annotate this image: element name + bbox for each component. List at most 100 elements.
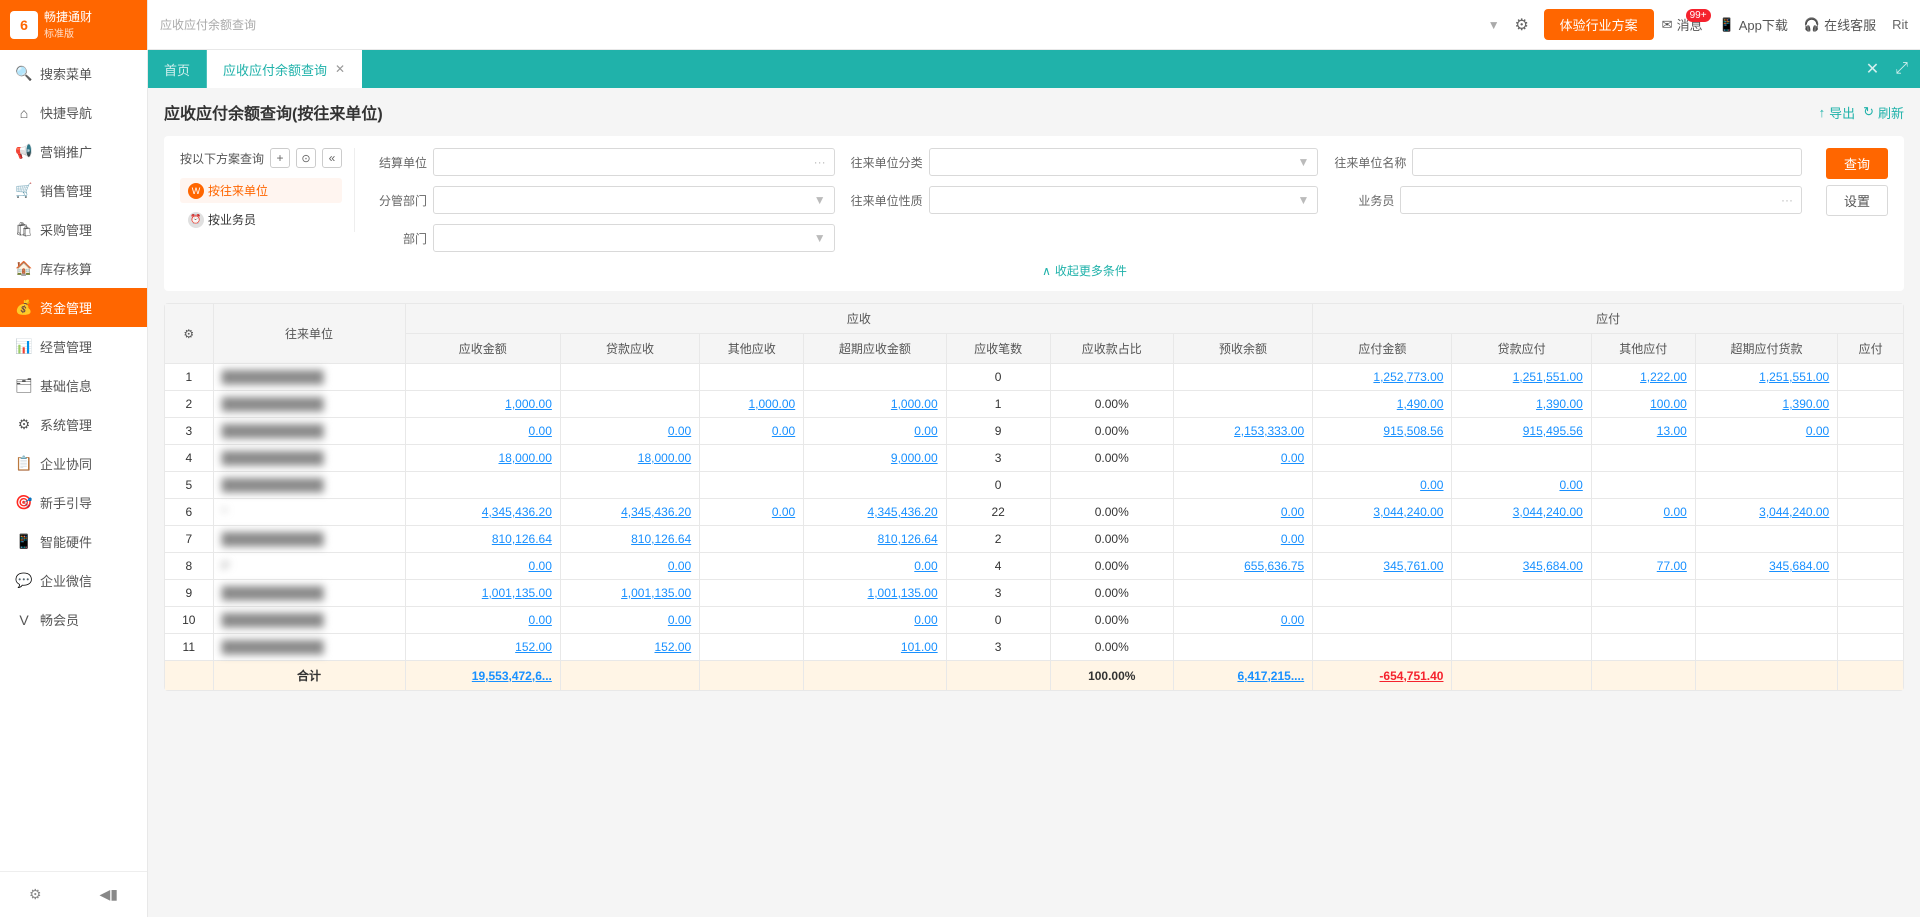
cell-pay-other[interactable]: 100.00 bbox=[1591, 391, 1695, 418]
cell-rec-other[interactable]: 1,000.00 bbox=[700, 391, 804, 418]
filter-collapse-btn[interactable]: ∧ 收起更多条件 bbox=[367, 262, 1802, 279]
sidebar-item-guide[interactable]: 🎯新手引导 bbox=[0, 483, 147, 522]
cell-rec-advance[interactable]: 0.00 bbox=[1173, 526, 1312, 553]
cell-rec-loan[interactable]: 1,001,135.00 bbox=[560, 580, 699, 607]
filter-add-btn[interactable]: + bbox=[270, 148, 290, 168]
user-menu[interactable]: Rit bbox=[1892, 17, 1908, 32]
sidebar-item-sales[interactable]: 🛒销售管理 bbox=[0, 171, 147, 210]
cell-pay-loan[interactable]: 0.00 bbox=[1452, 472, 1591, 499]
table-settings-icon[interactable]: ⚙ bbox=[165, 304, 214, 364]
cell-pay-loan[interactable]: 345,684.00 bbox=[1452, 553, 1591, 580]
partner-name-input[interactable] bbox=[1412, 148, 1802, 176]
cell-rec-advance[interactable]: 0.00 bbox=[1173, 445, 1312, 472]
scheme-by-customer[interactable]: W 按往来单位 bbox=[180, 178, 342, 203]
sidebar-item-basic[interactable]: 🗂基础信息 bbox=[0, 366, 147, 405]
sidebar-item-finance[interactable]: 💰资金管理 bbox=[0, 288, 147, 327]
sidebar-item-member[interactable]: V畅会员 bbox=[0, 600, 147, 639]
cell-pay-other[interactable]: 0.00 bbox=[1591, 499, 1695, 526]
sidebar-item-system[interactable]: ⚙系统管理 bbox=[0, 405, 147, 444]
sidebar-item-hardware[interactable]: 📱智能硬件 bbox=[0, 522, 147, 561]
header-gear-btn[interactable]: ⚙ bbox=[1508, 11, 1536, 39]
cell-rec-loan[interactable]: 18,000.00 bbox=[560, 445, 699, 472]
cell-pay-other[interactable]: 1,222.00 bbox=[1591, 364, 1695, 391]
cell-rec-overdue[interactable]: 101.00 bbox=[804, 634, 946, 661]
sidebar-item-wechat[interactable]: 💬企业微信 bbox=[0, 561, 147, 600]
refresh-btn[interactable]: ↻ 刷新 bbox=[1863, 103, 1904, 122]
cell-pay-loan[interactable]: 3,044,240.00 bbox=[1452, 499, 1591, 526]
cell-rec-loan[interactable]: 0.00 bbox=[560, 607, 699, 634]
cell-pay-loan[interactable]: 1,390.00 bbox=[1452, 391, 1591, 418]
cell-pay-overdue[interactable]: 0.00 bbox=[1695, 418, 1837, 445]
cell-pay-amount[interactable]: 915,508.56 bbox=[1313, 418, 1452, 445]
cell-rec-amount[interactable]: 18,000.00 bbox=[405, 445, 560, 472]
cell-rec-advance[interactable]: 0.00 bbox=[1173, 607, 1312, 634]
query-btn[interactable]: 查询 bbox=[1826, 148, 1888, 179]
cell-rec-overdue[interactable]: 1,000.00 bbox=[804, 391, 946, 418]
cell-rec-overdue[interactable]: 0.00 bbox=[804, 553, 946, 580]
header-dropdown-icon[interactable]: ▼ bbox=[1488, 18, 1500, 32]
cell-rec-overdue[interactable]: 9,000.00 bbox=[804, 445, 946, 472]
cell-pay-loan[interactable]: 915,495.56 bbox=[1452, 418, 1591, 445]
cell-pay-other[interactable]: 77.00 bbox=[1591, 553, 1695, 580]
settlement-unit-input[interactable]: ··· bbox=[433, 148, 835, 176]
tab-maximize-btn[interactable]: ⤢ bbox=[1891, 56, 1912, 82]
promo-btn[interactable]: 体验行业方案 bbox=[1544, 9, 1654, 40]
cell-rec-advance[interactable]: 0.00 bbox=[1173, 499, 1312, 526]
scheme-by-salesman[interactable]: ⏰ 按业务员 bbox=[180, 207, 342, 232]
cell-pay-amount[interactable]: 1,252,773.00 bbox=[1313, 364, 1452, 391]
partner-nature-select[interactable]: ▼ bbox=[929, 186, 1319, 214]
cell-rec-amount[interactable]: 0.00 bbox=[405, 418, 560, 445]
export-btn[interactable]: ↑ 导出 bbox=[1819, 103, 1856, 122]
sidebar-item-marketing[interactable]: 📢营销推广 bbox=[0, 132, 147, 171]
cell-rec-amount[interactable]: 1,000.00 bbox=[405, 391, 560, 418]
tab-home[interactable]: 首页 bbox=[148, 50, 207, 88]
cell-rec-amount[interactable]: 1,001,135.00 bbox=[405, 580, 560, 607]
tab-close-btn[interactable]: ✕ bbox=[1862, 55, 1883, 83]
sidebar-settings-btn[interactable]: ⚙ bbox=[19, 880, 52, 909]
cell-rec-advance[interactable]: 655,636.75 bbox=[1173, 553, 1312, 580]
cell-pay-amount[interactable]: 0.00 bbox=[1313, 472, 1452, 499]
cell-pay-amount[interactable]: 3,044,240.00 bbox=[1313, 499, 1452, 526]
total-pay-amount[interactable]: -654,751.40 bbox=[1313, 661, 1452, 691]
sidebar-item-search[interactable]: 🔍搜索菜单 bbox=[0, 54, 147, 93]
cell-pay-loan[interactable]: 1,251,551.00 bbox=[1452, 364, 1591, 391]
cell-rec-loan[interactable]: 0.00 bbox=[560, 553, 699, 580]
salesman-input[interactable]: ··· bbox=[1400, 186, 1802, 214]
cell-rec-advance[interactable]: 2,153,333.00 bbox=[1173, 418, 1312, 445]
app-download-btn[interactable]: 📱 App下载 bbox=[1719, 15, 1788, 34]
cell-rec-loan[interactable]: 4,345,436.20 bbox=[560, 499, 699, 526]
sidebar-item-inventory[interactable]: 🏠库存核算 bbox=[0, 249, 147, 288]
cell-rec-overdue[interactable]: 1,001,135.00 bbox=[804, 580, 946, 607]
tab-query[interactable]: 应收应付余额查询 ✕ bbox=[207, 50, 362, 88]
cell-rec-other[interactable]: 0.00 bbox=[700, 499, 804, 526]
cell-pay-overdue[interactable]: 1,251,551.00 bbox=[1695, 364, 1837, 391]
cell-rec-overdue[interactable]: 0.00 bbox=[804, 607, 946, 634]
online-service-btn[interactable]: 🎧 在线客服 bbox=[1804, 15, 1876, 34]
cell-rec-overdue[interactable]: 810,126.64 bbox=[804, 526, 946, 553]
sidebar-item-operations[interactable]: 📊经营管理 bbox=[0, 327, 147, 366]
cell-pay-overdue[interactable]: 345,684.00 bbox=[1695, 553, 1837, 580]
cell-pay-amount[interactable]: 345,761.00 bbox=[1313, 553, 1452, 580]
filter-scheme-btn[interactable]: ⊙ bbox=[296, 148, 316, 168]
cell-rec-overdue[interactable]: 4,345,436.20 bbox=[804, 499, 946, 526]
cell-rec-loan[interactable]: 0.00 bbox=[560, 418, 699, 445]
sidebar-collapse-btn[interactable]: ◀▮ bbox=[90, 880, 128, 909]
total-rec-amount[interactable]: 19,553,472,6... bbox=[405, 661, 560, 691]
cell-rec-overdue[interactable]: 0.00 bbox=[804, 418, 946, 445]
cell-rec-amount[interactable]: 810,126.64 bbox=[405, 526, 560, 553]
sidebar-item-purchase[interactable]: 🛍采购管理 bbox=[0, 210, 147, 249]
message-btn[interactable]: ✉ 消息 99+ bbox=[1662, 15, 1703, 34]
total-rec-advance[interactable]: 6,417,215.... bbox=[1173, 661, 1312, 691]
cell-rec-amount[interactable]: 0.00 bbox=[405, 607, 560, 634]
cell-pay-amount[interactable]: 1,490.00 bbox=[1313, 391, 1452, 418]
cell-rec-amount[interactable]: 4,345,436.20 bbox=[405, 499, 560, 526]
sidebar-item-enterprise[interactable]: 📋企业协同 bbox=[0, 444, 147, 483]
cell-rec-amount[interactable]: 152.00 bbox=[405, 634, 560, 661]
cell-pay-overdue[interactable]: 1,390.00 bbox=[1695, 391, 1837, 418]
cell-rec-loan[interactable]: 152.00 bbox=[560, 634, 699, 661]
dept-select[interactable]: ▼ bbox=[433, 224, 835, 252]
settings-btn[interactable]: 设置 bbox=[1826, 185, 1888, 216]
dept-manager-select[interactable]: ▼ bbox=[433, 186, 835, 214]
tab-close-icon[interactable]: ✕ bbox=[335, 62, 345, 76]
cell-rec-amount[interactable]: 0.00 bbox=[405, 553, 560, 580]
